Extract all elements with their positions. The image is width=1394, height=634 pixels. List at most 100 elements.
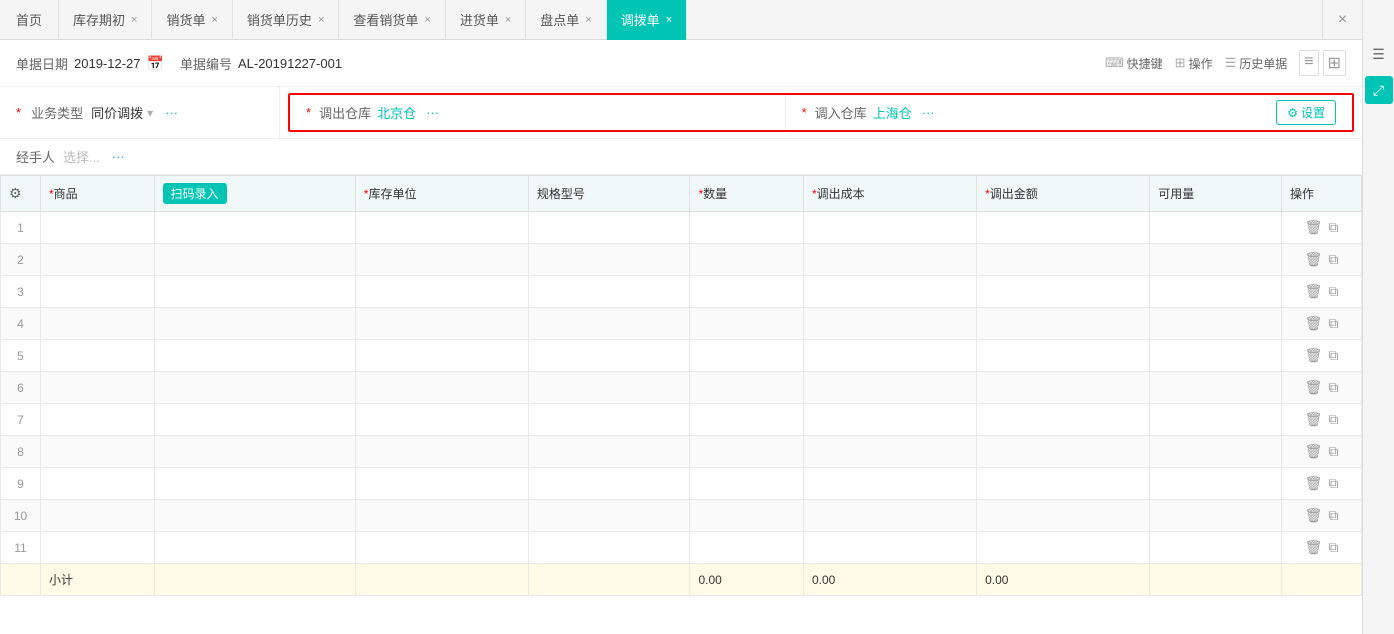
row-product-7[interactable] <box>41 404 155 436</box>
copy-icon-5[interactable]: ⧉ <box>1328 347 1338 364</box>
close-inventory-init[interactable]: × <box>131 14 137 26</box>
delete-icon-2[interactable]: 🗑 <box>1305 251 1323 268</box>
row-quantity-1[interactable] <box>690 212 804 244</box>
row-product-1[interactable] <box>41 212 155 244</box>
row-spec-4[interactable] <box>528 308 690 340</box>
row-cost-2[interactable] <box>803 244 976 276</box>
row-quantity-8[interactable] <box>690 436 804 468</box>
row-cost-8[interactable] <box>803 436 976 468</box>
row-product-4[interactable] <box>41 308 155 340</box>
row-amount-10[interactable] <box>977 500 1150 532</box>
row-unit-9[interactable] <box>355 468 528 500</box>
row-amount-5[interactable] <box>977 340 1150 372</box>
row-amount-2[interactable] <box>977 244 1150 276</box>
business-type-select[interactable]: 同价调拨 ▾ <box>91 103 153 122</box>
row-product-2[interactable] <box>41 244 155 276</box>
copy-icon-4[interactable]: ⧉ <box>1328 315 1338 332</box>
delete-icon-11[interactable]: 🗑 <box>1305 539 1323 556</box>
row-quantity-10[interactable] <box>690 500 804 532</box>
row-spec-2[interactable] <box>528 244 690 276</box>
delete-icon-9[interactable]: 🗑 <box>1305 475 1323 492</box>
row-product-11[interactable] <box>41 532 155 564</box>
copy-icon-2[interactable]: ⧉ <box>1328 251 1338 268</box>
copy-icon-7[interactable]: ⧉ <box>1328 411 1338 428</box>
close-view-sales[interactable]: × <box>424 14 430 26</box>
row-unit-11[interactable] <box>355 532 528 564</box>
row-spec-8[interactable] <box>528 436 690 468</box>
close-sales-history[interactable]: × <box>318 14 324 26</box>
row-product-9[interactable] <box>41 468 155 500</box>
row-spec-9[interactable] <box>528 468 690 500</box>
row-amount-4[interactable] <box>977 308 1150 340</box>
copy-icon-10[interactable]: ⧉ <box>1328 507 1338 524</box>
sidebar-expand-icon[interactable]: ⤢ <box>1365 76 1393 104</box>
row-spec-11[interactable] <box>528 532 690 564</box>
tab-sales-order[interactable]: 销货单 × <box>152 0 232 40</box>
handler-input[interactable]: 选择... <box>63 147 100 166</box>
delete-icon-5[interactable]: 🗑 <box>1305 347 1323 364</box>
row-product-8[interactable] <box>41 436 155 468</box>
row-cost-7[interactable] <box>803 404 976 436</box>
row-cost-6[interactable] <box>803 372 976 404</box>
row-quantity-5[interactable] <box>690 340 804 372</box>
operation-action[interactable]: ⊞ 操作 <box>1175 55 1213 72</box>
row-spec-3[interactable] <box>528 276 690 308</box>
row-spec-6[interactable] <box>528 372 690 404</box>
history-action[interactable]: ☰ 历史单据 <box>1225 55 1288 72</box>
handler-more[interactable]: ··· <box>112 149 125 164</box>
copy-icon-1[interactable]: ⧉ <box>1328 219 1338 236</box>
copy-icon-6[interactable]: ⧉ <box>1328 379 1338 396</box>
row-unit-8[interactable] <box>355 436 528 468</box>
row-amount-6[interactable] <box>977 372 1150 404</box>
close-inventory-check[interactable]: × <box>585 14 591 26</box>
delete-icon-7[interactable]: 🗑 <box>1305 411 1323 428</box>
row-quantity-6[interactable] <box>690 372 804 404</box>
out-warehouse-more[interactable]: ··· <box>426 105 439 120</box>
row-cost-5[interactable] <box>803 340 976 372</box>
delete-icon-4[interactable]: 🗑 <box>1305 315 1323 332</box>
row-quantity-4[interactable] <box>690 308 804 340</box>
row-unit-5[interactable] <box>355 340 528 372</box>
row-spec-1[interactable] <box>528 212 690 244</box>
row-product-6[interactable] <box>41 372 155 404</box>
row-amount-7[interactable] <box>977 404 1150 436</box>
sidebar-list-icon[interactable]: ☰ <box>1365 40 1393 68</box>
delete-icon-8[interactable]: 🗑 <box>1305 443 1323 460</box>
tab-transfer-order[interactable]: 调拨单 × <box>607 0 687 40</box>
row-unit-3[interactable] <box>355 276 528 308</box>
row-cost-9[interactable] <box>803 468 976 500</box>
scan-button[interactable]: 扫码录入 <box>163 183 227 204</box>
copy-icon-9[interactable]: ⧉ <box>1328 475 1338 492</box>
copy-icon-11[interactable]: ⧉ <box>1328 539 1338 556</box>
row-cost-4[interactable] <box>803 308 976 340</box>
delete-icon-1[interactable]: 🗑 <box>1305 219 1323 236</box>
row-unit-7[interactable] <box>355 404 528 436</box>
delete-icon-6[interactable]: 🗑 <box>1305 379 1323 396</box>
calendar-icon[interactable]: 📅 <box>147 55 164 72</box>
close-purchase-order[interactable]: × <box>505 14 511 26</box>
row-amount-11[interactable] <box>977 532 1150 564</box>
delete-icon-10[interactable]: 🗑 <box>1305 507 1323 524</box>
business-type-more[interactable]: ··· <box>165 105 178 120</box>
row-quantity-9[interactable] <box>690 468 804 500</box>
row-unit-1[interactable] <box>355 212 528 244</box>
close-transfer-order[interactable]: × <box>666 14 672 26</box>
row-amount-1[interactable] <box>977 212 1150 244</box>
row-spec-7[interactable] <box>528 404 690 436</box>
row-unit-2[interactable] <box>355 244 528 276</box>
grid-view-toggle[interactable]: ⊞ <box>1323 50 1346 76</box>
row-amount-3[interactable] <box>977 276 1150 308</box>
row-amount-9[interactable] <box>977 468 1150 500</box>
row-cost-10[interactable] <box>803 500 976 532</box>
copy-icon-8[interactable]: ⧉ <box>1328 443 1338 460</box>
row-cost-11[interactable] <box>803 532 976 564</box>
tab-inventory-init[interactable]: 库存期初 × <box>59 0 152 40</box>
row-product-5[interactable] <box>41 340 155 372</box>
row-amount-8[interactable] <box>977 436 1150 468</box>
row-unit-6[interactable] <box>355 372 528 404</box>
row-unit-10[interactable] <box>355 500 528 532</box>
table-settings-icon[interactable]: ⚙ <box>9 185 22 201</box>
tab-sales-history[interactable]: 销货单历史 × <box>233 0 339 40</box>
row-quantity-3[interactable] <box>690 276 804 308</box>
list-view-toggle[interactable]: ≡ <box>1299 50 1318 76</box>
